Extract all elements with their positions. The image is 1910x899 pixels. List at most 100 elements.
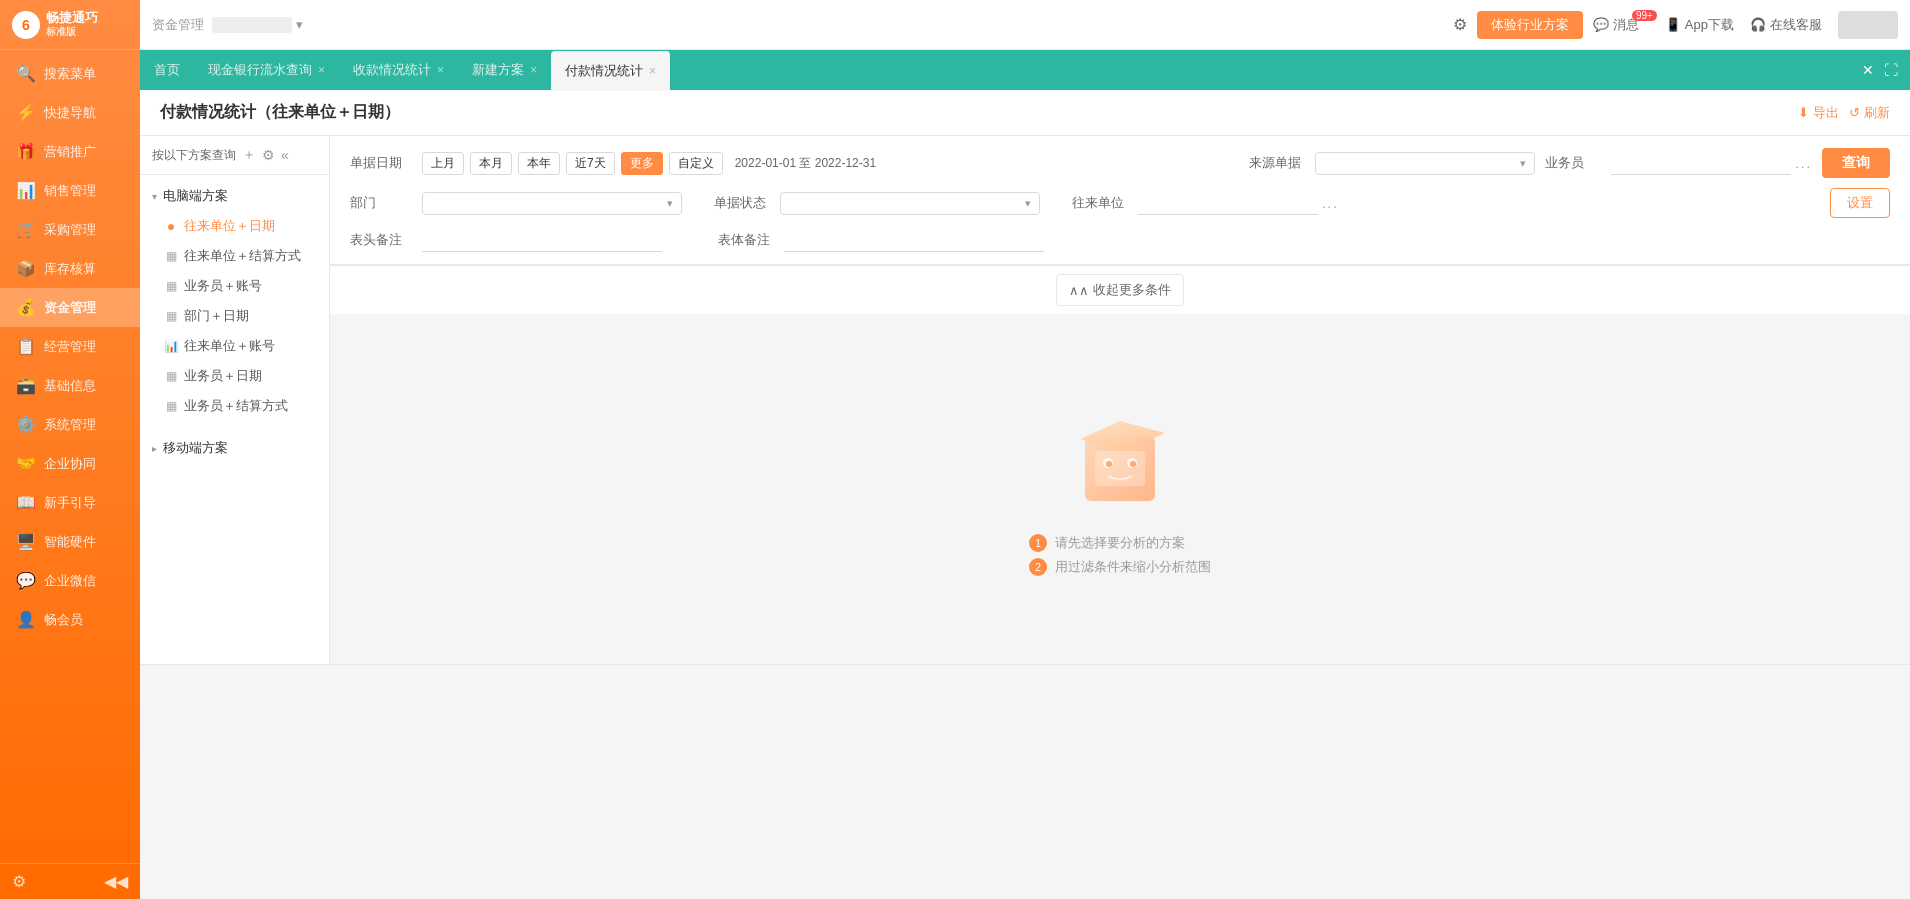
tab-expand-button[interactable]: ⛶ xyxy=(1884,62,1898,78)
table-icon: ▦ xyxy=(164,249,178,263)
settings-button[interactable]: 设置 xyxy=(1830,188,1890,218)
date-btn-this-month[interactable]: 本月 xyxy=(470,152,512,175)
sidebar-item-cooperation[interactable]: 🤝 企业协同 xyxy=(0,444,140,483)
sidebar-settings-button[interactable]: ⚙ xyxy=(12,872,26,891)
scheme-group-desktop-header[interactable]: ▾ 电脑端方案 xyxy=(140,181,329,211)
filter-row-1: 单据日期 上月 本月 本年 近7天 更多 自定义 2022-01-01 至 20… xyxy=(350,148,1890,178)
source-filter-group: 来源单据 ▾ 业务员 ... 查询 xyxy=(1249,148,1890,178)
sidebar-item-search[interactable]: 🔍 搜索菜单 xyxy=(0,54,140,93)
scheme-collapse-button[interactable]: « xyxy=(281,147,289,163)
sidebar-item-guide[interactable]: 📖 新手引导 xyxy=(0,483,140,522)
member-icon: 👤 xyxy=(16,610,36,629)
collapse-button[interactable]: ∧∧ 收起更多条件 xyxy=(1056,274,1184,306)
empty-line-1: 1 请先选择要分析的方案 xyxy=(1029,534,1211,552)
scheme-item-staff-settle[interactable]: ▦ 业务员＋结算方式 xyxy=(140,391,329,421)
sidebar-item-label: 营销推广 xyxy=(44,143,96,161)
scheme-item-partner-date[interactable]: ● 往来单位＋日期 xyxy=(140,211,329,241)
export-button[interactable]: ⬇ 导出 xyxy=(1798,104,1839,122)
try-industry-button[interactable]: 体验行业方案 xyxy=(1477,11,1583,39)
empty-svg xyxy=(1060,401,1180,511)
purchase-icon: 🛒 xyxy=(16,220,36,239)
sidebar-item-operations[interactable]: 📋 经营管理 xyxy=(0,327,140,366)
svg-point-6 xyxy=(1130,461,1136,467)
tab-payment-label: 付款情况统计 xyxy=(565,62,643,80)
operations-icon: 📋 xyxy=(16,337,36,356)
tab-payment-close[interactable]: × xyxy=(649,64,656,78)
sidebar-item-inventory[interactable]: 📦 库存核算 xyxy=(0,249,140,288)
refresh-button[interactable]: ↺ 刷新 xyxy=(1849,104,1890,122)
scheme-item-dept-date[interactable]: ▦ 部门＋日期 xyxy=(140,301,329,331)
date-buttons-group: 上月 本月 本年 近7天 更多 自定义 2022-01-01 至 2022-12… xyxy=(422,152,876,175)
tab-close-all-button[interactable]: ✕ xyxy=(1862,62,1874,78)
scheme-settings-button[interactable]: ⚙ xyxy=(262,147,275,163)
date-btn-last-month[interactable]: 上月 xyxy=(422,152,464,175)
scheme-add-button[interactable]: ＋ xyxy=(242,146,256,164)
status-select[interactable]: ▾ xyxy=(780,192,1040,215)
online-service-button[interactable]: 🎧 在线客服 xyxy=(1750,16,1822,34)
sidebar-item-basic[interactable]: 🗃️ 基础信息 xyxy=(0,366,140,405)
status-filter-label: 单据状态 xyxy=(714,194,770,212)
scheme-group-mobile-header[interactable]: ▸ 移动端方案 xyxy=(140,433,329,463)
finance-icon: 💰 xyxy=(16,298,36,317)
sidebar-item-member[interactable]: 👤 畅会员 xyxy=(0,600,140,639)
logo-name: 畅捷通巧 xyxy=(46,10,98,26)
sidebar-item-finance[interactable]: 💰 资金管理 xyxy=(0,288,140,327)
scheme-item-partner-account[interactable]: 📊 往来单位＋账号 xyxy=(140,331,329,361)
date-btn-custom[interactable]: 自定义 xyxy=(669,152,723,175)
tab-home[interactable]: 首页 xyxy=(140,50,194,90)
sidebar-item-label: 新手引导 xyxy=(44,494,96,512)
note2-filter-group: 表体备注 xyxy=(718,228,1044,252)
sidebar-item-hardware[interactable]: 🖥️ 智能硬件 xyxy=(0,522,140,561)
sidebar-item-sales[interactable]: 📊 销售管理 xyxy=(0,171,140,210)
dept-select[interactable]: ▾ xyxy=(422,192,682,215)
topbar-settings-icon[interactable]: ⚙ xyxy=(1453,15,1467,34)
guide-icon: 📖 xyxy=(16,493,36,512)
breadcrumb: 资金管理 ▾ xyxy=(152,16,1443,34)
tab-receipt-close[interactable]: × xyxy=(437,63,444,77)
tab-payment[interactable]: 付款情况统计 × xyxy=(551,51,670,91)
tab-bank-close[interactable]: × xyxy=(318,63,325,77)
tab-receipt-label: 收款情况统计 xyxy=(353,61,431,79)
tab-new-scheme[interactable]: 新建方案 × xyxy=(458,50,551,90)
sidebar-item-label: 经营管理 xyxy=(44,338,96,356)
scheme-item-staff-account[interactable]: ▦ 业务员＋账号 xyxy=(140,271,329,301)
tab-receipt[interactable]: 收款情况统计 × xyxy=(339,50,458,90)
date-btn-more[interactable]: 更多 xyxy=(621,152,663,175)
sidebar-item-weixin[interactable]: 💬 企业微信 xyxy=(0,561,140,600)
date-range-display: 2022-01-01 至 2022-12-31 xyxy=(735,155,876,172)
partner-input[interactable] xyxy=(1138,191,1318,215)
scheme-item-partner-settle[interactable]: ▦ 往来单位＋结算方式 xyxy=(140,241,329,271)
circle-icon: ● xyxy=(164,218,178,234)
tab-new-scheme-close[interactable]: × xyxy=(530,63,537,77)
scheme-item-label: 往来单位＋结算方式 xyxy=(184,247,301,265)
notifications-button[interactable]: 💬 消息 99+ xyxy=(1593,16,1649,34)
sidebar-item-system[interactable]: ⚙️ 系统管理 xyxy=(0,405,140,444)
chevron-down-icon[interactable]: ▾ xyxy=(296,17,303,32)
partner-dots[interactable]: ... xyxy=(1322,196,1339,211)
sidebar-item-label: 资金管理 xyxy=(44,299,96,317)
cooperation-icon: 🤝 xyxy=(16,454,36,473)
sidebar-item-shortcut[interactable]: ⚡ 快捷导航 xyxy=(0,93,140,132)
note1-input[interactable] xyxy=(422,228,662,252)
source-select[interactable]: ▾ xyxy=(1315,152,1535,175)
avatar xyxy=(1838,11,1898,39)
query-button[interactable]: 查询 xyxy=(1822,148,1890,178)
sidebar-item-label: 智能硬件 xyxy=(44,533,96,551)
partner-filter-label: 往来单位 xyxy=(1072,194,1128,212)
sidebar-collapse-button[interactable]: ◀◀ xyxy=(104,872,128,891)
business-dots[interactable]: ... xyxy=(1795,156,1812,171)
note2-input[interactable] xyxy=(784,228,1044,252)
business-input[interactable] xyxy=(1611,151,1791,175)
sidebar-item-marketing[interactable]: 🎁 营销推广 xyxy=(0,132,140,171)
tab-bank[interactable]: 现金银行流水查询 × xyxy=(194,50,339,90)
date-filter-label: 单据日期 xyxy=(350,154,406,172)
app-download-button[interactable]: 📱 App下载 xyxy=(1665,16,1734,34)
date-btn-last-7days[interactable]: 近7天 xyxy=(566,152,615,175)
date-btn-this-year[interactable]: 本年 xyxy=(518,152,560,175)
page-header: 付款情况统计（往来单位＋日期） ⬇ 导出 ↺ 刷新 xyxy=(140,90,1910,136)
sidebar-item-purchase[interactable]: 🛒 采购管理 xyxy=(0,210,140,249)
note2-filter-label: 表体备注 xyxy=(718,231,774,249)
tab-home-label: 首页 xyxy=(154,61,180,79)
scheme-item-staff-date[interactable]: ▦ 业务员＋日期 xyxy=(140,361,329,391)
app-download-label: App下载 xyxy=(1685,16,1734,34)
